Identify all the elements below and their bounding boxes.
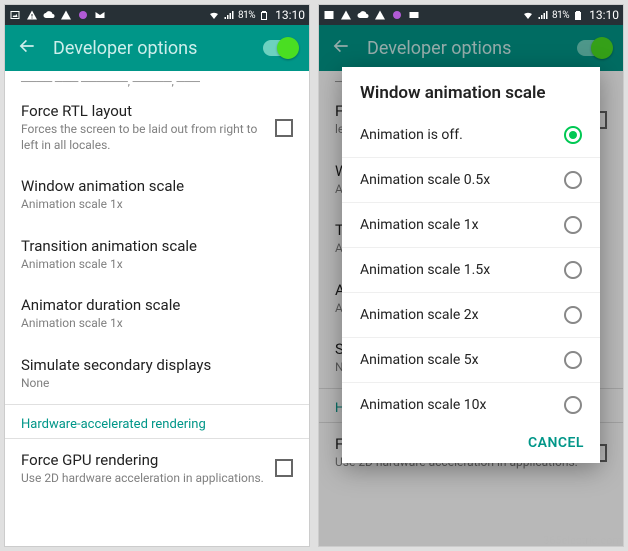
item-sub: Forces the screen to be laid out from ri… <box>21 122 275 153</box>
dialog-option[interactable]: Animation is off. <box>342 113 600 157</box>
item-sub: Animation scale 1x <box>21 316 293 332</box>
radio-icon[interactable] <box>564 126 582 144</box>
item-title: Force GPU rendering <box>21 451 275 469</box>
dialog-option[interactable]: Animation scale 0.5x <box>342 157 600 202</box>
item-sub: Use 2D hardware acceleration in applicat… <box>21 471 275 487</box>
signal-icon <box>537 9 549 21</box>
dialog-option-label: Animation scale 1.5x <box>360 262 564 278</box>
item-simulate-secondary-displays[interactable]: Simulate secondary displays None <box>5 344 309 404</box>
item-sub: None <box>21 376 293 392</box>
radio-icon[interactable] <box>564 261 582 279</box>
dialog-option[interactable]: Animation scale 2x <box>342 292 600 337</box>
item-title: Force RTL layout <box>21 102 275 120</box>
dialog-option-label: Animation scale 5x <box>360 352 564 368</box>
app-bar: Developer options <box>5 25 309 71</box>
picture-icon <box>323 9 335 21</box>
badge-icon <box>391 9 403 21</box>
status-bar: 81% 13:10 <box>319 5 623 25</box>
clock-text: 13:10 <box>589 8 619 22</box>
radio-icon[interactable] <box>564 216 582 234</box>
item-animator-duration-scale[interactable]: Animator duration scale Animation scale … <box>5 284 309 344</box>
watermark: 365electric.com <box>543 534 622 547</box>
settings-list[interactable]: ──── ─── ──────, ─────, ─── Force RTL la… <box>5 71 309 546</box>
item-title: Transition animation scale <box>21 237 293 255</box>
dialog-option-label: Animation scale 0.5x <box>360 172 564 188</box>
status-bar: 81% 13:10 <box>5 5 309 25</box>
dialog-window-animation-scale: Window animation scale Animation is off.… <box>342 67 600 463</box>
radio-icon[interactable] <box>564 351 582 369</box>
dialog-options: Animation is off. Animation scale 0.5x Ani… <box>342 113 600 427</box>
picture-icon <box>9 9 21 21</box>
item-force-rtl[interactable]: Force RTL layout Forces the screen to be… <box>5 90 309 165</box>
radio-icon[interactable] <box>564 396 582 414</box>
wifi-icon <box>522 9 534 21</box>
master-toggle[interactable] <box>263 40 297 56</box>
dialog-option[interactable]: Animation scale 10x <box>342 382 600 427</box>
battery-text: 81% <box>552 10 569 21</box>
dialog-option-label: Animation scale 2x <box>360 307 564 323</box>
cloud-icon <box>357 9 369 21</box>
modal-scrim[interactable]: Window animation scale Animation is off.… <box>319 25 623 546</box>
checkbox[interactable] <box>275 459 293 477</box>
dialog-option[interactable]: Animation scale 5x <box>342 337 600 382</box>
warning-icon <box>340 9 352 21</box>
radio-icon[interactable] <box>564 171 582 189</box>
mail-icon <box>408 9 420 21</box>
signal-icon <box>223 9 235 21</box>
dialog-title: Window animation scale <box>342 67 600 113</box>
item-title: Window animation scale <box>21 177 293 195</box>
phone-right: 81% 13:10 Developer options ──── ─── ───… <box>318 4 624 547</box>
item-sub: Animation scale 1x <box>21 197 293 213</box>
dialog-option-label: Animation scale 1x <box>360 217 564 233</box>
radio-icon[interactable] <box>564 306 582 324</box>
item-sub: Animation scale 1x <box>21 257 293 273</box>
item-window-animation-scale[interactable]: Window animation scale Animation scale 1… <box>5 165 309 225</box>
item-transition-animation-scale[interactable]: Transition animation scale Animation sca… <box>5 225 309 285</box>
warning-icon-2 <box>374 9 386 21</box>
cloud-icon <box>43 9 55 21</box>
clock-text: 13:10 <box>275 8 305 22</box>
item-title: Animator duration scale <box>21 296 293 314</box>
mail-icon <box>94 9 106 21</box>
checkbox[interactable] <box>275 119 293 137</box>
dialog-option-label: Animation is off. <box>360 127 564 143</box>
dialog-option[interactable]: Animation scale 1x <box>342 202 600 247</box>
wifi-icon <box>208 9 220 21</box>
battery-icon <box>572 9 584 21</box>
dialog-option-label: Animation scale 10x <box>360 397 564 413</box>
section-header-hardware: Hardware-accelerated rendering <box>5 405 309 438</box>
badge-icon <box>77 9 89 21</box>
dialog-option[interactable]: Animation scale 1.5x <box>342 247 600 292</box>
phone-left: 81% 13:10 Developer options ──── ─── ───… <box>4 4 310 547</box>
back-icon[interactable] <box>17 36 37 60</box>
appbar-title: Developer options <box>53 38 263 59</box>
item-title: Simulate secondary displays <box>21 356 293 374</box>
battery-icon <box>258 9 270 21</box>
cancel-button[interactable]: CANCEL <box>528 435 584 451</box>
partial-row: ──── ─── ──────, ─────, ─── <box>5 71 309 90</box>
warning-icon-2 <box>60 9 72 21</box>
warning-icon <box>26 9 38 21</box>
item-force-gpu-rendering[interactable]: Force GPU rendering Use 2D hardware acce… <box>5 439 309 499</box>
battery-text: 81% <box>238 10 255 21</box>
